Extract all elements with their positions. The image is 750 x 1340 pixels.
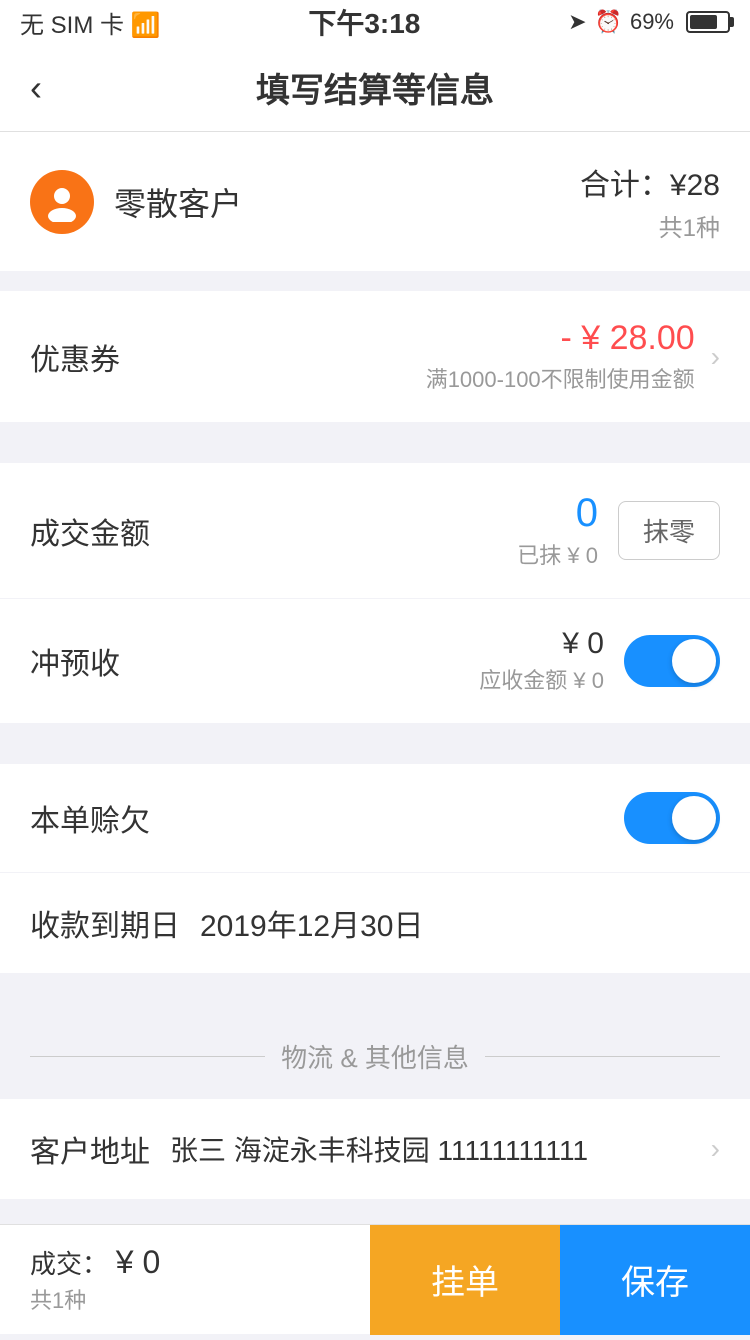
bottom-deal-label: 成交： — [30, 1249, 108, 1279]
back-button[interactable]: ‹ — [30, 67, 42, 109]
customer-left: 零散客户 — [30, 170, 242, 234]
due-date-row: 收款到期日 2019年12月30日 — [0, 873, 750, 974]
content-area: 零散客户 合计：¥28 共1种 优惠券 - ¥ 28.00 满1000-100不… — [0, 132, 750, 1340]
deal-amount-value: 0 — [517, 491, 598, 536]
customer-name: 零散客户 — [114, 179, 242, 225]
status-right: ➤ ⏰ 69% — [568, 9, 730, 35]
customer-card: 零散客户 合计：¥28 共1种 — [0, 132, 750, 271]
logistics-label: 物流 & 其他信息 — [281, 1038, 469, 1075]
due-date-label: 收款到期日 — [30, 901, 180, 945]
deal-amount-val-wrap: 0 已抹 ¥ 0 — [517, 491, 598, 570]
credit-toggle-knob — [672, 796, 716, 840]
toggle-knob — [672, 639, 716, 683]
bottom-deal-count: 共1种 — [30, 1283, 340, 1315]
address-card: 客户地址 张三 海淀永丰科技园 11111111111 › — [0, 1099, 750, 1200]
prepayment-sub: 应收金额 ¥ 0 — [479, 663, 604, 695]
credit-card: 本单赊欠 收款到期日 2019年12月30日 — [0, 764, 750, 974]
battery-percent: 69% — [630, 9, 674, 35]
deal-amount-row: 成交金额 0 已抹 ¥ 0 抹零 — [0, 463, 750, 599]
bottom-deal-amount: ¥ 0 — [116, 1244, 160, 1280]
address-label: 客户地址 — [30, 1127, 150, 1171]
address-value: 张三 海淀永丰科技园 11111111111 — [170, 1129, 691, 1169]
divider-2 — [0, 744, 750, 764]
coupon-right: - ¥ 28.00 满1000-100不限制使用金额 › — [426, 319, 720, 394]
prepayment-label: 冲预收 — [30, 639, 120, 683]
bottom-bar: 成交： ¥ 0 共1种 挂单 保存 — [0, 1224, 750, 1334]
coupon-label: 优惠券 — [30, 335, 120, 379]
coupon-desc: 满1000-100不限制使用金额 — [426, 362, 695, 394]
credit-label: 本单赊欠 — [30, 796, 150, 840]
status-left: 无 SIM 卡 📶 — [20, 5, 161, 40]
deal-amount-label: 成交金额 — [30, 509, 150, 553]
bottom-deal-line: 成交： ¥ 0 — [30, 1244, 340, 1281]
total-count: 共1种 — [580, 208, 720, 243]
page-title: 填写结算等信息 — [256, 63, 494, 112]
address-row[interactable]: 客户地址 张三 海淀永丰科技园 11111111111 › — [0, 1099, 750, 1200]
header-line-right — [485, 1056, 720, 1057]
prepayment-amount: ¥ 0 — [479, 627, 604, 661]
logistics-header: 物流 & 其他信息 — [0, 1014, 750, 1099]
due-date-value: 2019年12月30日 — [200, 901, 423, 945]
coupon-text: - ¥ 28.00 满1000-100不限制使用金额 — [426, 319, 695, 394]
battery-icon — [686, 11, 730, 33]
status-time: 下午3:18 — [308, 2, 420, 42]
divider-1 — [0, 443, 750, 463]
coupon-card: 优惠券 - ¥ 28.00 满1000-100不限制使用金额 › — [0, 291, 750, 423]
coupon-chevron-icon: › — [711, 341, 720, 373]
customer-row: 零散客户 合计：¥28 共1种 — [0, 132, 750, 271]
nav-bar: ‹ 填写结算等信息 — [0, 44, 750, 132]
sim-wifi-text: 无 SIM 卡 📶 — [20, 5, 161, 40]
round-button[interactable]: 抹零 — [618, 501, 720, 560]
hang-button[interactable]: 挂单 — [370, 1225, 560, 1335]
prepayment-amount-wrap: ¥ 0 应收金额 ¥ 0 — [479, 627, 604, 695]
avatar — [30, 170, 94, 234]
deal-card: 成交金额 0 已抹 ¥ 0 抹零 冲预收 ¥ 0 应收金额 ¥ 0 — [0, 463, 750, 724]
credit-row: 本单赊欠 — [0, 764, 750, 873]
prepayment-row: 冲预收 ¥ 0 应收金额 ¥ 0 — [0, 599, 750, 724]
divider-3 — [0, 994, 750, 1014]
deal-amount-sub: 已抹 ¥ 0 — [517, 538, 598, 570]
coupon-row[interactable]: 优惠券 - ¥ 28.00 满1000-100不限制使用金额 › — [0, 291, 750, 423]
save-button[interactable]: 保存 — [560, 1225, 750, 1335]
credit-toggle[interactable] — [624, 792, 720, 844]
address-chevron-icon: › — [711, 1133, 720, 1165]
deal-amount-right: 0 已抹 ¥ 0 抹零 — [517, 491, 720, 570]
prepayment-toggle[interactable] — [624, 635, 720, 687]
customer-right: 合计：¥28 共1种 — [580, 160, 720, 243]
coupon-amount: - ¥ 28.00 — [426, 319, 695, 358]
location-icon: ➤ — [568, 9, 586, 35]
status-bar: 无 SIM 卡 📶 下午3:18 ➤ ⏰ 69% — [0, 0, 750, 44]
header-line-left — [30, 1056, 265, 1057]
total-amount: 合计：¥28 — [580, 160, 720, 204]
alarm-icon: ⏰ — [595, 9, 622, 35]
bottom-summary: 成交： ¥ 0 共1种 — [0, 1244, 370, 1315]
prepayment-right: ¥ 0 应收金额 ¥ 0 — [479, 627, 720, 695]
